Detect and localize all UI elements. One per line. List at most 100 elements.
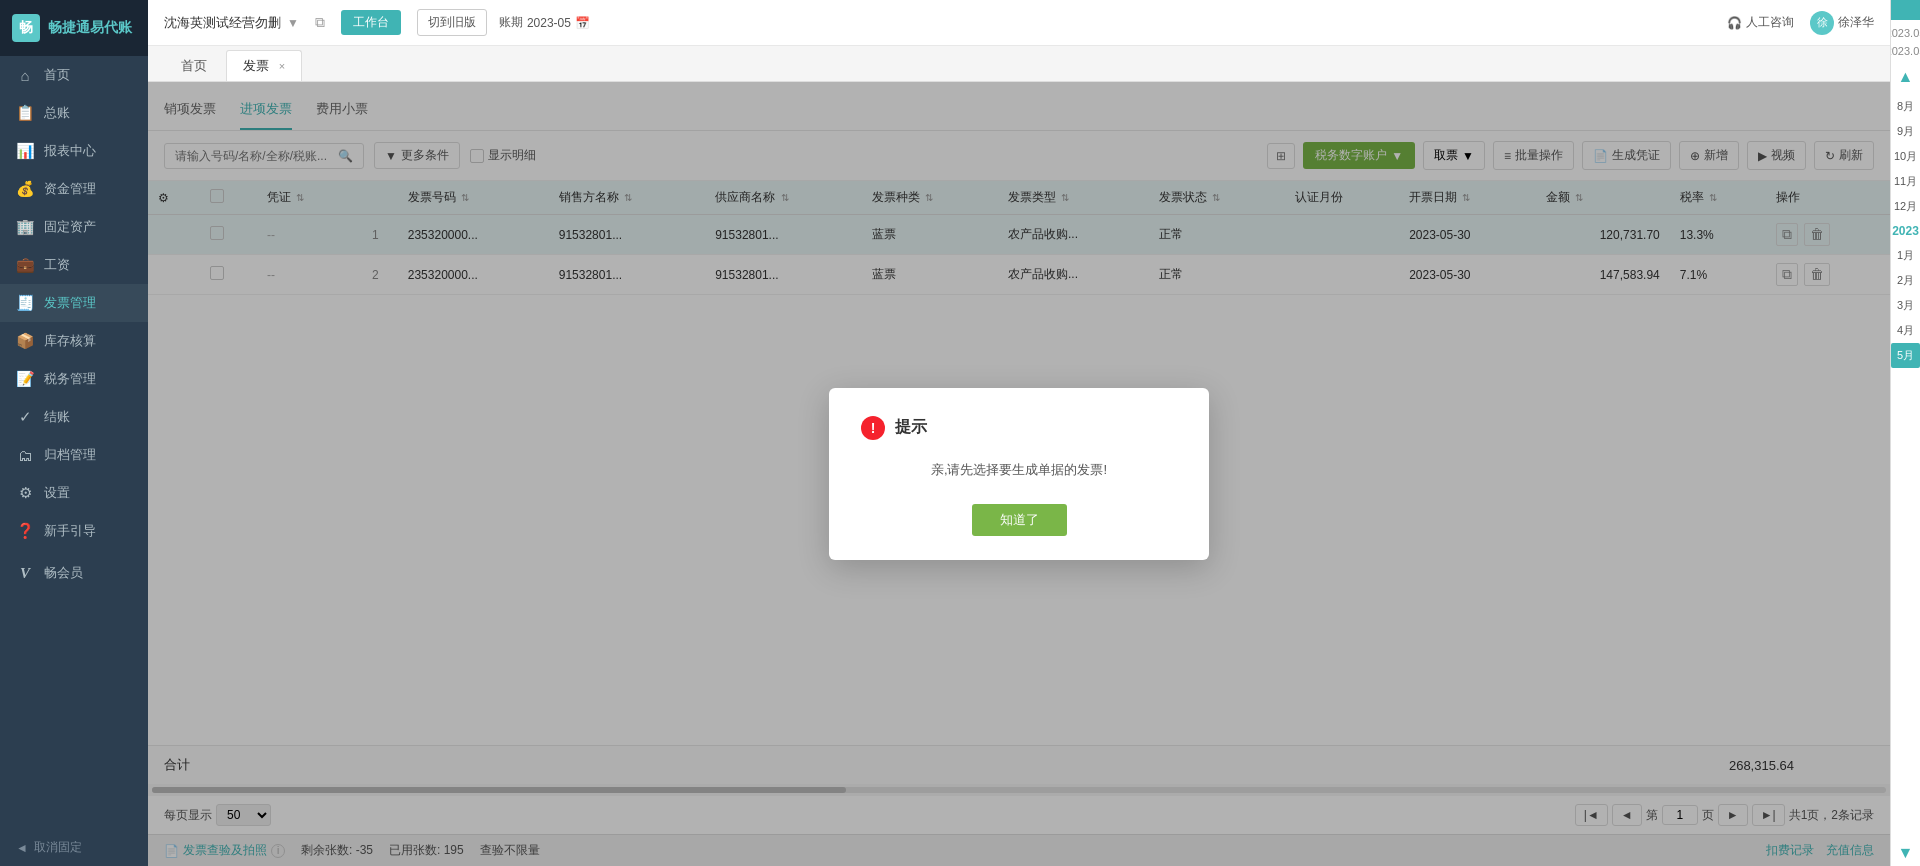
topbar: 沈海英测试经营勿删 ▼ ⧉ 工作台 切到旧版 账期 2023-05 📅 🎧 人工… [148,0,1890,46]
period-month-3[interactable]: 3月 [1891,293,1920,318]
sidebar-item-reports[interactable]: 📊 报表中心 [0,132,148,170]
sidebar-item-label: 工资 [44,256,70,274]
logo-icon: 畅 [12,14,40,42]
sidebar-item-label: 归档管理 [44,446,96,464]
reports-icon: 📊 [16,142,34,160]
cancel-fixed-label: 取消固定 [34,839,82,856]
tab-invoice[interactable]: 发票 × [226,50,302,81]
headset-icon: 🎧 [1727,16,1742,30]
modal-overlay: ! 提示 亲,请先选择要生成单据的发票! 知道了 [148,82,1890,866]
home-icon: ⌂ [16,67,34,84]
sidebar: 畅 畅捷通易代账 ⌂ 首页 📋 总账 📊 报表中心 💰 资金管理 🏢 固定资产 … [0,0,148,866]
invoice-icon: 🧾 [16,294,34,312]
prompt-modal: ! 提示 亲,请先选择要生成单据的发票! 知道了 [829,388,1209,561]
sidebar-item-label: 首页 [44,66,70,84]
period-value: 2023-05 [527,16,571,30]
settings-icon: ⚙ [16,484,34,502]
sidebar-item-ledger[interactable]: 📋 总账 [0,94,148,132]
sidebar-item-label: 资金管理 [44,180,96,198]
year-label-2023b: 2023.05 [1890,42,1920,60]
calendar-icon[interactable]: 📅 [575,16,590,30]
archive-icon: 🗂 [16,447,34,464]
sidebar-item-home[interactable]: ⌂ 首页 [0,56,148,94]
user-name: 徐泽华 [1838,14,1874,31]
period-month-9[interactable]: 9月 [1891,119,1920,144]
period-month-8[interactable]: 8月 [1891,94,1920,119]
modal-title-row: ! 提示 [861,416,1177,440]
sidebar-item-settlement[interactable]: ✓ 结账 [0,398,148,436]
period-month-1[interactable]: 1月 [1891,243,1920,268]
period-month-4[interactable]: 4月 [1891,318,1920,343]
period-month-2[interactable]: 2月 [1891,268,1920,293]
modal-title: 提示 [895,417,927,438]
sidebar-item-label: 发票管理 [44,294,96,312]
user-menu[interactable]: 徐 徐泽华 [1810,11,1874,35]
sidebar-item-label: 总账 [44,104,70,122]
period-month-11[interactable]: 11月 [1891,169,1920,194]
tab-invoice-label: 发票 [243,58,269,73]
tab-home-label: 首页 [181,58,207,73]
switch-version-button[interactable]: 切到旧版 [417,9,487,36]
period-up-icon[interactable]: ▲ [1898,68,1914,86]
app-name: 畅捷通易代账 [48,19,132,37]
sidebar-item-guide[interactable]: ❓ 新手引导 [0,512,148,550]
period-label: 账期 [499,14,523,31]
sidebar-cancel-fixed[interactable]: ◄ 取消固定 [0,829,148,866]
sidebar-item-salary[interactable]: 💼 工资 [0,246,148,284]
year-label-2023a: 2023.05 [1890,24,1920,42]
modal-ok-button[interactable]: 知道了 [972,504,1067,536]
warning-icon: ! [861,416,885,440]
sidebar-item-label: 税务管理 [44,370,96,388]
sidebar-item-invoice[interactable]: 🧾 发票管理 [0,284,148,322]
period-nav-down: ▼ [1891,840,1920,866]
ledger-icon: 📋 [16,104,34,122]
company-selector[interactable]: 沈海英测试经营勿删 ▼ [164,14,299,32]
main-area: 沈海英测试经营勿删 ▼ ⧉ 工作台 切到旧版 账期 2023-05 📅 🎧 人工… [148,0,1890,866]
sidebar-item-assets[interactable]: 🏢 固定资产 [0,208,148,246]
tax-icon: 📝 [16,370,34,388]
content-area: 销项发票 进项发票 费用小票 🔍 ▼ 更多条件 显示明细 [148,82,1890,866]
sidebar-item-inventory[interactable]: 📦 库存核算 [0,322,148,360]
sidebar-item-label: 新手引导 [44,522,96,540]
sidebar-item-label: 库存核算 [44,332,96,350]
modal-body: 亲,请先选择要生成单据的发票! [861,460,1177,481]
sidebar-item-archive[interactable]: 🗂 归档管理 [0,436,148,474]
sidebar-item-label: 畅会员 [44,564,83,582]
period-month-5[interactable]: 5月 [1891,343,1920,368]
modal-footer: 知道了 [861,504,1177,536]
period-display: 账期 2023-05 📅 [499,14,590,31]
sidebar-item-label: 报表中心 [44,142,96,160]
sidebar-item-label: 固定资产 [44,218,96,236]
avatar: 徐 [1810,11,1834,35]
tab-home[interactable]: 首页 [164,50,224,81]
sidebar-item-settings[interactable]: ⚙ 设置 [0,474,148,512]
salary-icon: 💼 [16,256,34,274]
period-down-icon[interactable]: ▼ [1898,844,1914,862]
sidebar-item-label: 设置 [44,484,70,502]
sidebar-item-label: 结账 [44,408,70,426]
period-month-10[interactable]: 10月 [1891,144,1920,169]
guide-icon: ❓ [16,522,34,540]
period-selector-panel: 期间选择 2023.05 2023.05 ▲ 8月 9月 10月 11月 12月… [1890,0,1920,866]
settlement-icon: ✓ [16,408,34,426]
period-header[interactable]: 期间选择 [1891,0,1920,20]
inventory-icon: 📦 [16,332,34,350]
period-month-12[interactable]: 12月 [1891,194,1920,219]
sidebar-item-tax[interactable]: 📝 税务管理 [0,360,148,398]
copy-company-button[interactable]: ⧉ [311,12,329,33]
workspace-button[interactable]: 工作台 [341,10,401,35]
period-nav-up: ▲ [1891,64,1920,90]
funds-icon: 💰 [16,180,34,198]
tab-close-icon[interactable]: × [279,60,285,72]
company-name: 沈海英测试经营勿删 [164,14,281,32]
topbar-right: 🎧 人工咨询 徐 徐泽华 [1727,11,1874,35]
sidebar-logo: 畅 畅捷通易代账 [0,0,148,56]
assets-icon: 🏢 [16,218,34,236]
service-label: 人工咨询 [1746,14,1794,31]
member-icon: V [16,565,34,582]
sidebar-item-member[interactable]: V 畅会员 [0,554,148,592]
service-button[interactable]: 🎧 人工咨询 [1727,14,1794,31]
period-year-2023[interactable]: 2023 [1891,219,1920,243]
tabs-bar: 首页 发票 × [148,46,1890,82]
sidebar-item-funds[interactable]: 💰 资金管理 [0,170,148,208]
